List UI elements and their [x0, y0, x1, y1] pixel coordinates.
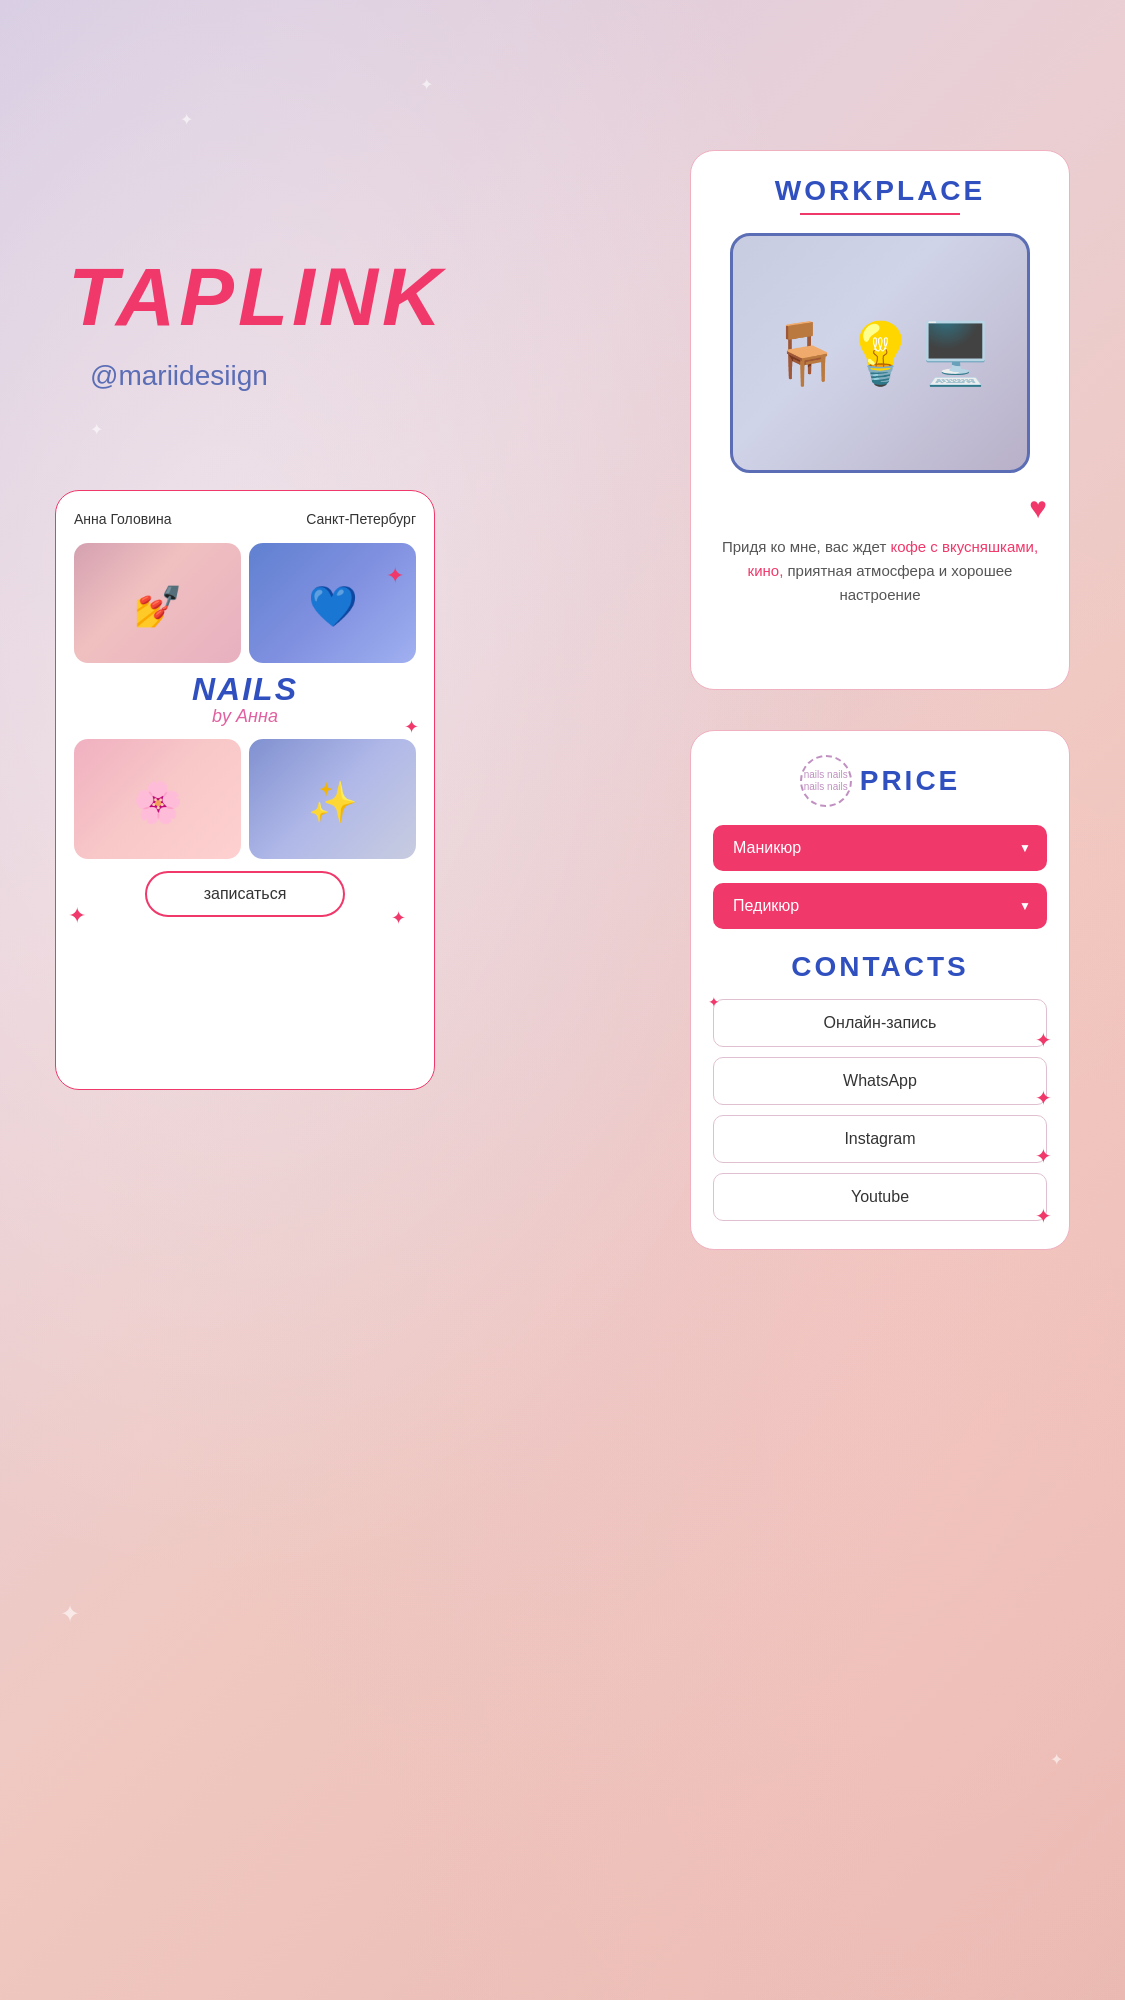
- bg-sparkle: ✦: [180, 110, 193, 129]
- instagram-label: Instagram: [844, 1130, 915, 1147]
- nail-image-2: [249, 543, 416, 663]
- sparkle-icon-3: ✦: [68, 903, 86, 929]
- sparkle-icon-4: ✦: [391, 907, 406, 929]
- workplace-card: WORKPLACE 🪑💡🖥️ ♥ Придя ко мне, вас ждет …: [690, 150, 1070, 690]
- price-header: nails nails nails nails PRICE: [713, 755, 1047, 807]
- manikur-button[interactable]: Маникюр: [713, 825, 1047, 871]
- nails-card-header: Анна Головина Санкт-Петербург: [74, 511, 416, 527]
- instagram-button[interactable]: Instagram ✦: [713, 1115, 1047, 1163]
- whatsapp-label: WhatsApp: [843, 1072, 917, 1089]
- youtube-button[interactable]: Youtube ✦: [713, 1173, 1047, 1221]
- pedikur-label: Педикюр: [733, 897, 799, 914]
- pedikur-button[interactable]: Педикюр: [713, 883, 1047, 929]
- sparkle-instagram-icon: ✦: [1035, 1144, 1052, 1168]
- contacts-title: CONTACTS: [713, 951, 1047, 983]
- bg-sparkle: ✦: [420, 75, 433, 94]
- price-title: PRICE: [860, 765, 961, 797]
- nails-grid-top: [74, 543, 416, 663]
- nails-title-area: NAILS by Анна: [74, 671, 416, 727]
- bg-sparkle: ✦: [60, 1600, 80, 1628]
- zapisatsya-button[interactable]: записаться: [145, 871, 345, 917]
- contacts-list: Онлайн-запись ✦ ✦ WhatsApp ✦ Instagram ✦…: [713, 999, 1047, 1221]
- price-card: nails nails nails nails PRICE Маникюр Пе…: [690, 730, 1070, 1250]
- taplink-title: TAPLINK: [68, 250, 445, 344]
- manikur-label: Маникюр: [733, 839, 801, 856]
- workplace-desc-prefix: Придя ко мне, вас ждет: [722, 538, 891, 555]
- workplace-image: 🪑💡🖥️: [730, 233, 1030, 473]
- nails-name-right: Санкт-Петербург: [306, 511, 416, 527]
- page-container: ✦ ✦ ✦ ✦ ✦ ✦ TAPLINK @mariidesiign Анна Г…: [0, 0, 1125, 2000]
- sparkle-youtube-icon: ✦: [1035, 1204, 1052, 1228]
- nails-main-title: NAILS: [74, 671, 416, 708]
- workplace-title: WORKPLACE: [713, 175, 1047, 215]
- nails-name-left: Анна Головина: [74, 511, 172, 527]
- taplink-handle: @mariidesiign: [90, 360, 268, 392]
- sparkle-tl-icon: ✦: [708, 994, 720, 1010]
- nail-image-4: [249, 739, 416, 859]
- price-stamp: nails nails nails nails: [800, 755, 852, 807]
- youtube-label: Youtube: [851, 1188, 909, 1205]
- heart-icon: ♥: [713, 491, 1047, 525]
- bg-sparkle: ✦: [1050, 1750, 1063, 1769]
- nail-image-1: [74, 543, 241, 663]
- bg-sparkle: ✦: [90, 420, 103, 439]
- whatsapp-button[interactable]: WhatsApp ✦: [713, 1057, 1047, 1105]
- online-booking-button[interactable]: Онлайн-запись ✦ ✦: [713, 999, 1047, 1047]
- online-booking-label: Онлайн-запись: [824, 1014, 937, 1031]
- sparkle-icon-2: ✦: [404, 716, 419, 738]
- sparkle-whatsapp-icon: ✦: [1035, 1086, 1052, 1110]
- nails-sub-title: by Анна: [74, 706, 416, 727]
- workplace-description: Придя ко мне, вас ждет кофе с вкусняшкам…: [713, 535, 1047, 607]
- workplace-desc-suffix: приятная атмосфера и хорошее настроение: [783, 562, 1012, 603]
- nails-grid-bottom: [74, 739, 416, 859]
- workplace-image-placeholder: 🪑💡🖥️: [768, 318, 993, 389]
- sparkle-br-icon: ✦: [1035, 1028, 1052, 1052]
- sparkle-icon-1: ✦: [386, 563, 404, 589]
- price-stamp-text: nails nails nails nails: [802, 769, 850, 793]
- nail-image-3: [74, 739, 241, 859]
- nails-card: Анна Головина Санкт-Петербург ✦ NAILS by…: [55, 490, 435, 1090]
